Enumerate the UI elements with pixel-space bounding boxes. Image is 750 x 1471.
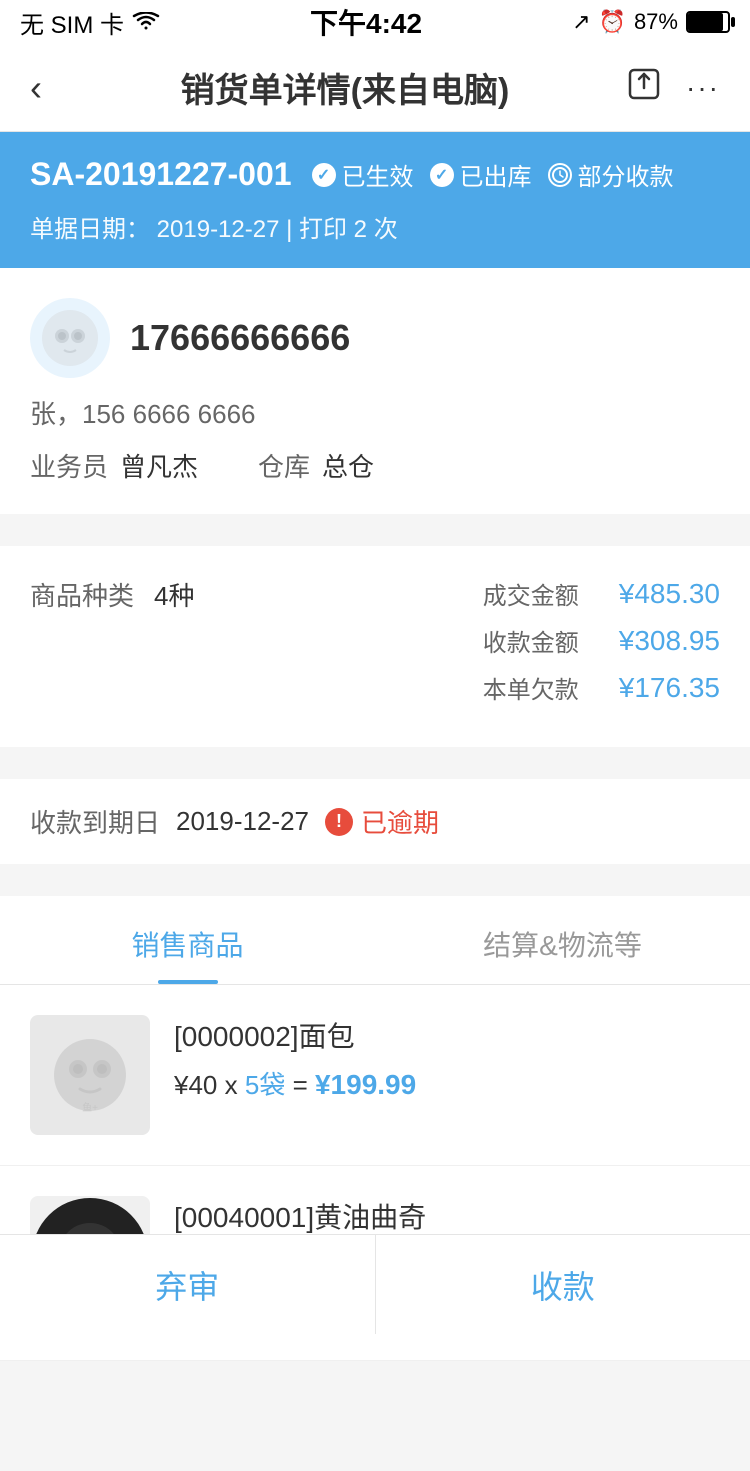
warehouse-value: 总仓 [322,447,374,484]
status-badge-partial: 部分收款 [548,157,674,192]
product-type-value: 4种 [154,576,194,613]
nav-bar: ‹ 销货单详情(来自电脑) ··· [0,44,750,132]
status-bar: 无 SIM 卡 下午4:42 ↗ ⏰ 87% [0,0,750,44]
due-date-label: 收款到期日 [30,803,160,840]
collected-label: 收款金额 [483,623,579,658]
deal-amount-label: 成交金额 [483,576,579,611]
order-header: SA-20191227-001 ✓ 已生效 ✓ 已出库 部分收款 [0,132,750,268]
product-name-2: [00040001]黄油曲奇 [174,1196,720,1236]
status-bar-time: 下午4:42 [310,2,422,42]
carrier-label: 无 SIM 卡 [20,5,124,40]
overdue-badge: ! 已逾期 [325,803,439,840]
order-meta: 单据日期： 2019-12-27 | 打印 2 次 [30,209,720,244]
wifi-icon [132,12,160,32]
price-base-1: ¥40 [174,1070,217,1100]
status-bar-right: ↗ ⏰ 87% [572,9,730,35]
meta-label: 单据日期： [30,216,150,243]
battery-icon [686,11,730,33]
overdue-text: 已逾期 [361,803,439,840]
clock-icon [548,163,572,187]
list-item: 鱼+ [0000002]面包 ¥40 x 5袋 = ¥199.99 [0,985,750,1166]
svg-text:鱼+: 鱼+ [82,1101,98,1114]
page-title: 销货单详情(来自电脑) [90,63,600,112]
bottom-bar: 弃审 收款 [0,1234,750,1334]
collected-value: ¥308.95 [619,625,720,657]
customer-info: 张，156 6666 6666 [30,394,720,431]
product-details-1: [0000002]面包 ¥40 x 5袋 = ¥199.99 [174,1015,720,1102]
price-qty-1: 5袋 [245,1070,285,1100]
collect-label: 收款 [531,1262,595,1308]
status-bar-left: 无 SIM 卡 [20,5,160,40]
staff-value: 曾凡杰 [120,447,198,484]
deal-amount-value: ¥485.30 [619,578,720,610]
customer-avatar [30,298,110,378]
product-price-1: ¥40 x 5袋 = ¥199.99 [174,1065,720,1102]
divider-1 [0,530,750,546]
tab-settlement-label: 结算&物流等 [483,930,642,961]
due-date-value: 2019-12-27 [176,806,309,837]
customer-staff: 业务员 曾凡杰 仓库 总仓 [30,447,720,484]
status-badges: ✓ 已生效 ✓ 已出库 部分收款 [312,157,674,192]
product-placeholder-1: 鱼+ [30,1015,150,1135]
divider-2 [0,763,750,779]
battery-percent: 87% [634,9,678,35]
staff-label: 业务员 [30,447,108,484]
alarm-icon: ⏰ [599,9,626,35]
tabs-section: 销售商品 结算&物流等 [0,896,750,985]
warehouse-item: 仓库 总仓 [258,447,374,484]
more-icon[interactable]: ··· [686,72,720,104]
meta-date: 2019-12-27 [157,216,280,243]
share-icon[interactable] [626,66,662,110]
product-image-1: 鱼+ [30,1015,150,1135]
product-type-label: 商品种类 [30,576,134,613]
status-partial-label: 部分收款 [578,157,674,192]
stats-left: 商品种类 4种 [30,576,194,623]
price-total-1: ¥199.99 [315,1069,416,1100]
reject-button[interactable]: 弃审 [0,1235,376,1334]
product-name-1: [0000002]面包 [174,1015,720,1055]
price-eq-1: = [293,1070,315,1100]
order-id: SA-20191227-001 [30,156,292,193]
owed-value: ¥176.35 [619,672,720,704]
customer-section: 17666666666 张，156 6666 6666 业务员 曾凡杰 仓库 总… [0,268,750,514]
meta-print: | 打印 2 次 [286,216,398,243]
check-icon-1: ✓ [312,163,336,187]
tab-settlement[interactable]: 结算&物流等 [375,896,750,984]
battery-fill [688,13,723,31]
customer-phone: 17666666666 [130,317,350,359]
stats-section: 商品种类 4种 成交金额 ¥485.30 收款金额 ¥308.95 本单欠款 ¥… [0,546,750,747]
bottom-spacer [0,1361,750,1471]
tab-sales-label: 销售商品 [131,930,243,961]
nav-actions: ··· [600,66,720,110]
status-badge-effective: ✓ 已生效 [312,157,414,192]
status-effective-label: 已生效 [342,157,414,192]
check-icon-2: ✓ [430,163,454,187]
stats-right: 成交金额 ¥485.30 收款金额 ¥308.95 本单欠款 ¥176.35 [483,576,720,717]
collect-button[interactable]: 收款 [376,1235,750,1334]
location-icon: ↗ [572,9,590,35]
status-shipped-label: 已出库 [460,157,532,192]
owed-label: 本单欠款 [483,670,579,705]
tab-sales-products[interactable]: 销售商品 [0,896,375,984]
price-x-1: x [225,1070,245,1100]
due-section: 收款到期日 2019-12-27 ! 已逾期 [0,779,750,864]
overdue-dot-icon: ! [325,808,353,836]
warehouse-label: 仓库 [258,447,310,484]
reject-label: 弃审 [155,1262,219,1308]
back-button[interactable]: ‹ [30,67,90,109]
staff-item: 业务员 曾凡杰 [30,447,198,484]
divider-3 [0,880,750,896]
status-badge-shipped: ✓ 已出库 [430,157,532,192]
